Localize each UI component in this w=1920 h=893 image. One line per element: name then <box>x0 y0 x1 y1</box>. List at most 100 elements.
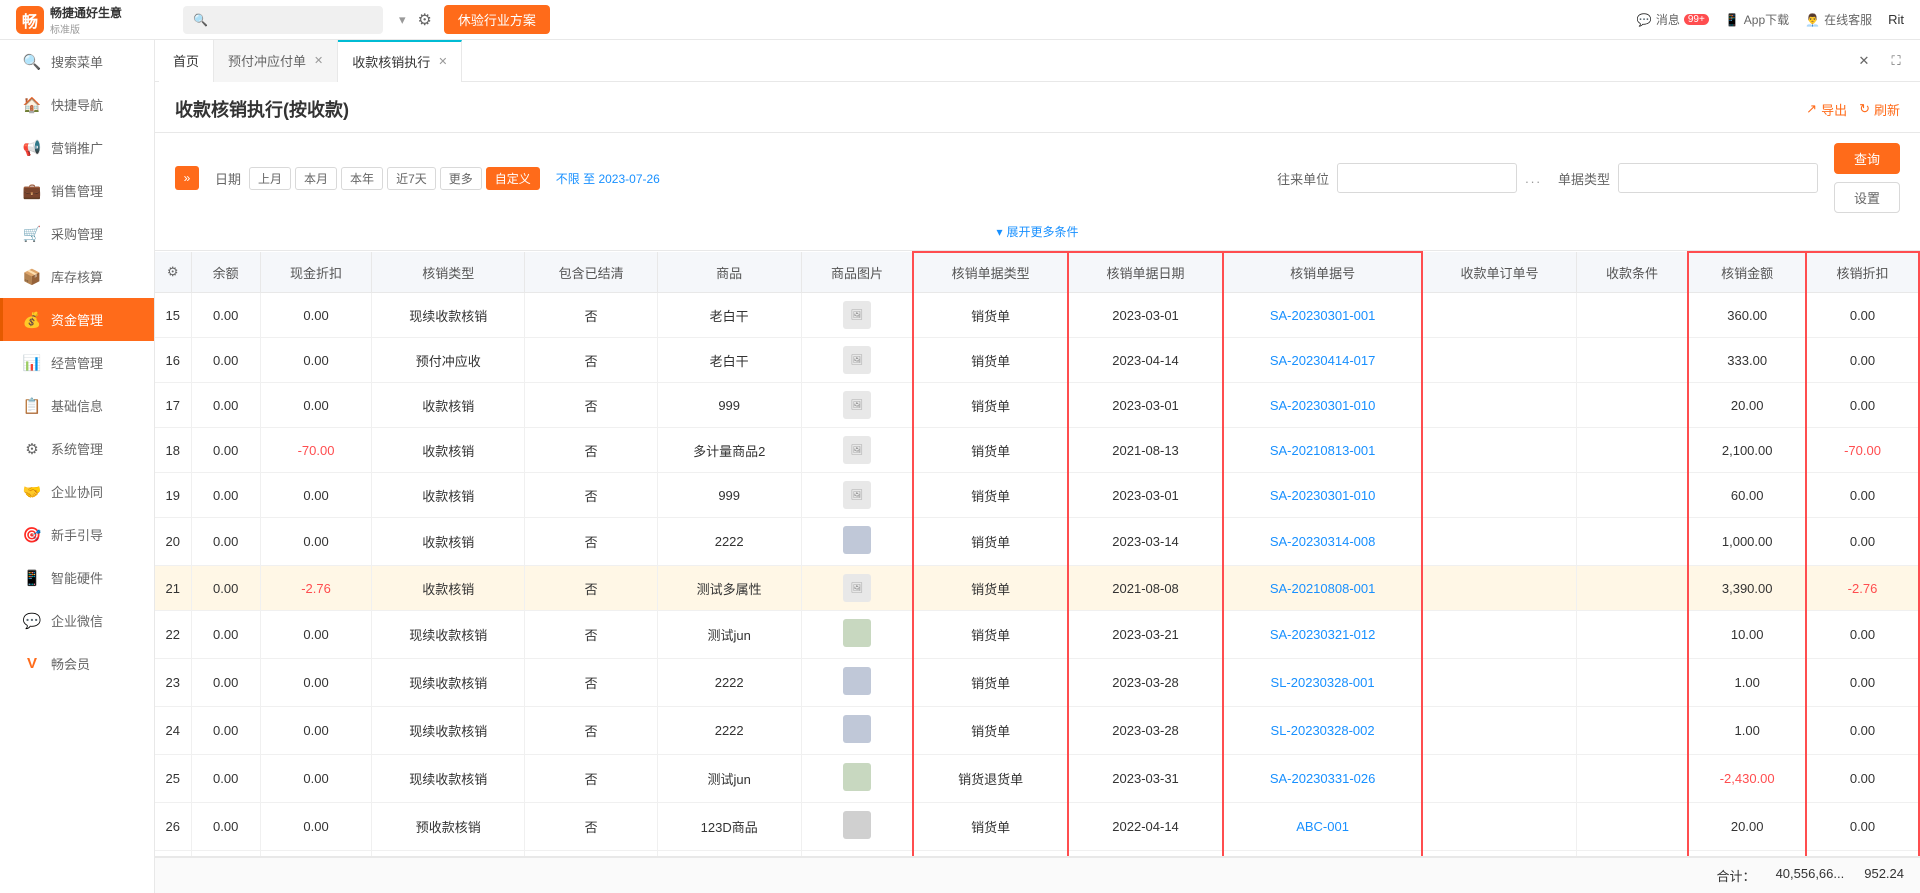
from-unit-input[interactable] <box>1337 163 1517 193</box>
cell-receipt-condition <box>1576 659 1688 707</box>
cell-receipt-order-no <box>1422 383 1576 428</box>
table-row: 16 0.00 0.00 预付冲应收 否 老白干 🖼 销货单 2023-04-1… <box>155 338 1919 383</box>
cell-bill-no[interactable]: SA-20230314-008 <box>1223 518 1422 566</box>
bill-no-link[interactable]: SA-20210813-001 <box>1270 443 1376 458</box>
table-row: 22 0.00 0.00 现续收款核销 否 测试jun 销货单 2023-03-… <box>155 611 1919 659</box>
date-this-year[interactable]: 本年 <box>341 167 383 190</box>
bill-no-link[interactable]: SL-20230328-001 <box>1271 675 1375 690</box>
sidebar-item-wechat[interactable]: 💬 企业微信 <box>0 599 154 642</box>
tab-collection[interactable]: 收款核销执行 ✕ <box>338 40 462 82</box>
cell-include-settled: 否 <box>525 566 657 611</box>
sidebar-item-search[interactable]: 🔍 搜索菜单 <box>0 40 154 83</box>
cell-bill-type: 销货单 <box>913 518 1068 566</box>
dropdown-icon[interactable]: ▾ <box>399 12 406 28</box>
filter-middle: 不限 至 2023-07-26 <box>556 170 1261 187</box>
expand-more-button[interactable]: ▾ 展开更多条件 <box>996 223 1078 240</box>
table-row: 21 0.00 -2.76 收款核销 否 测试多属性 🖼 销货单 2021-08… <box>155 566 1919 611</box>
cell-goods: 多计量商品2 <box>657 428 801 473</box>
cell-bill-no[interactable]: SA-20210813-001 <box>1223 428 1422 473</box>
cell-receipt-order-no <box>1422 518 1576 566</box>
sidebar-item-purchase[interactable]: 🛒 采购管理 <box>0 212 154 255</box>
sidebar-item-enterprise[interactable]: 🤝 企业协同 <box>0 470 154 513</box>
filter-dots-1[interactable]: ... <box>1525 171 1542 186</box>
cell-bill-no[interactable]: SA-20230414-017 <box>1223 338 1422 383</box>
cell-balance: 0.00 <box>191 707 260 755</box>
industry-solution-button[interactable]: 休验行业方案 <box>444 5 550 34</box>
filter-toggle-button[interactable]: » <box>175 166 199 190</box>
sidebar-item-sales[interactable]: 💼 销售管理 <box>0 169 154 212</box>
top-search-box[interactable]: 🔍 <box>183 6 383 34</box>
sidebar-item-guide[interactable]: 🎯 新手引导 <box>0 513 154 556</box>
table-wrapper[interactable]: ⚙ 余额 现金折扣 核销类型 包含已结清 商品 商品图片 核销单据类型 核销单据… <box>155 251 1920 856</box>
cell-receipt-order-no <box>1422 566 1576 611</box>
cell-bill-no[interactable]: SA-20230301-010 <box>1223 383 1422 428</box>
cell-bill-no[interactable]: SA-20230301-010 <box>1223 473 1422 518</box>
sidebar-item-system[interactable]: ⚙ 系统管理 <box>0 427 154 470</box>
cell-bill-date: 2023-03-01 <box>1068 293 1223 338</box>
cell-seq: 18 <box>155 428 191 473</box>
tab-home[interactable]: 首页 <box>159 40 214 82</box>
cell-bill-no[interactable]: SL-20230408-001 <box>1223 851 1422 857</box>
date-last-7days[interactable]: 近7天 <box>387 167 436 190</box>
cell-bill-no[interactable]: SL-20230328-002 <box>1223 707 1422 755</box>
tab-close-button[interactable]: ✕ <box>1852 49 1876 73</box>
tab-collection-close[interactable]: ✕ <box>438 55 447 68</box>
sidebar-item-operations[interactable]: 📊 经营管理 <box>0 341 154 384</box>
cell-bill-no[interactable]: SA-20230321-012 <box>1223 611 1422 659</box>
column-settings-icon[interactable]: ⚙ <box>167 264 179 279</box>
refresh-button[interactable]: ↻ 刷新 <box>1859 100 1900 119</box>
cell-verify-type: 预付冲应收 <box>372 338 525 383</box>
sidebar-item-finance[interactable]: 💰 资金管理 <box>0 298 154 341</box>
th-settings[interactable]: ⚙ <box>155 252 191 293</box>
page-title: 收款核销执行(按收款) <box>175 96 349 122</box>
gear-icon[interactable]: ⚙ <box>418 10 432 30</box>
product-image: 🖼 <box>843 436 871 464</box>
date-more[interactable]: 更多 <box>440 167 482 190</box>
tab-expand-button[interactable]: ⛶ <box>1884 49 1908 73</box>
from-unit-label: 往来单位 <box>1277 169 1329 188</box>
cell-bill-no[interactable]: SA-20230331-026 <box>1223 755 1422 803</box>
date-this-month[interactable]: 本月 <box>295 167 337 190</box>
export-button[interactable]: ↗ 导出 <box>1806 100 1847 119</box>
bill-no-link[interactable]: SA-20210808-001 <box>1270 581 1376 596</box>
sidebar-item-inventory[interactable]: 📦 库存核算 <box>0 255 154 298</box>
bill-no-link[interactable]: SL-20230328-002 <box>1271 723 1375 738</box>
cell-bill-date: 2023-03-28 <box>1068 659 1223 707</box>
bill-type-input[interactable] <box>1618 163 1818 193</box>
cell-bill-type: 销货单 <box>913 803 1068 851</box>
cell-bill-no[interactable]: SA-20210808-001 <box>1223 566 1422 611</box>
cell-receipt-condition <box>1576 428 1688 473</box>
date-last-month[interactable]: 上月 <box>249 167 291 190</box>
sidebar-item-basic-info[interactable]: 📋 基础信息 <box>0 384 154 427</box>
tab-prepay-close[interactable]: ✕ <box>314 54 323 67</box>
settings-button[interactable]: 设置 <box>1834 182 1900 213</box>
bill-no-link[interactable]: SA-20230301-010 <box>1270 398 1376 413</box>
bill-no-link[interactable]: SA-20230321-012 <box>1270 627 1376 642</box>
sidebar-item-member[interactable]: V 畅会员 <box>0 642 154 685</box>
cell-goods: 测试多属性 <box>657 566 801 611</box>
sidebar-item-quick-nav[interactable]: 🏠 快捷导航 <box>0 83 154 126</box>
page-header-actions: ↗ 导出 ↻ 刷新 <box>1806 100 1900 119</box>
cell-cash-discount: 0.00 <box>260 383 371 428</box>
bill-no-link[interactable]: SA-20230331-026 <box>1270 771 1376 786</box>
query-button[interactable]: 查询 <box>1834 143 1900 174</box>
bill-no-link[interactable]: SA-20230301-001 <box>1270 308 1376 323</box>
bill-no-link[interactable]: ABC-001 <box>1296 819 1349 834</box>
app-download-button[interactable]: 📱 App下载 <box>1725 11 1789 28</box>
sidebar-item-marketing[interactable]: 📢 营销推广 <box>0 126 154 169</box>
bill-no-link[interactable]: SA-20230414-017 <box>1270 353 1376 368</box>
date-custom[interactable]: 自定义 <box>486 167 540 190</box>
cell-balance: 0.00 <box>191 611 260 659</box>
bill-no-link[interactable]: SA-20230301-010 <box>1270 488 1376 503</box>
sidebar-item-hardware[interactable]: 📱 智能硬件 <box>0 556 154 599</box>
export-icon: ↗ <box>1806 101 1817 117</box>
cell-bill-no[interactable]: SA-20230301-001 <box>1223 293 1422 338</box>
online-service-button[interactable]: 👨‍💼 在线客服 <box>1805 11 1872 28</box>
cell-verify-type: 收款核销 <box>372 566 525 611</box>
cell-bill-no[interactable]: SL-20230328-001 <box>1223 659 1422 707</box>
main-layout: 🔍 搜索菜单 🏠 快捷导航 📢 营销推广 💼 销售管理 🛒 采购管理 📦 库存核… <box>0 40 1920 893</box>
bill-no-link[interactable]: SA-20230314-008 <box>1270 534 1376 549</box>
tab-prepay[interactable]: 预付冲应付单 ✕ <box>214 40 338 82</box>
cell-bill-no[interactable]: ABC-001 <box>1223 803 1422 851</box>
messages-button[interactable]: 💬 消息 99+ <box>1637 11 1709 28</box>
